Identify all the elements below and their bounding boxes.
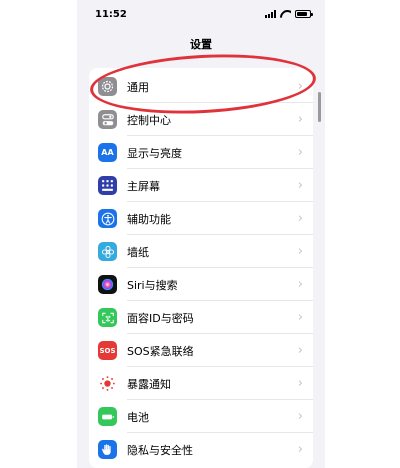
status-bar: 11:52 [77, 0, 325, 30]
settings-row-label: 控制中心 [127, 113, 171, 127]
status-time: 11:52 [95, 9, 127, 20]
page-title: 设置 [190, 38, 212, 51]
settings-row-exposure[interactable]: 暴露通知 › [89, 367, 313, 400]
chevron-right-icon: › [297, 409, 303, 424]
chevron-right-icon: › [297, 178, 303, 193]
settings-row-siri[interactable]: Siri与搜索 › [89, 268, 313, 301]
settings-row-label: 辅助功能 [127, 212, 171, 226]
status-icons [265, 10, 313, 18]
settings-row-wallpaper[interactable]: 墙纸 › [89, 235, 313, 268]
scrollbar[interactable] [318, 92, 321, 122]
flower-icon [98, 242, 117, 261]
settings-row-label: 显示与亮度 [127, 146, 182, 160]
accessibility-icon [98, 209, 117, 228]
chevron-right-icon: › [297, 211, 303, 226]
settings-row-label: 墙纸 [127, 245, 149, 259]
chevron-right-icon: › [297, 244, 303, 259]
settings-row-label: Siri与搜索 [127, 278, 178, 292]
settings-row-sos[interactable]: SOS SOS紧急联络 › [89, 334, 313, 367]
settings-row-label: 暴露通知 [127, 377, 171, 391]
settings-row-privacy[interactable]: 隐私与安全性 › [89, 433, 313, 466]
toggles-icon [98, 110, 117, 129]
battery-icon [98, 407, 117, 426]
settings-row-accessibility[interactable]: 辅助功能 › [89, 202, 313, 235]
chevron-right-icon: › [297, 277, 303, 292]
settings-row-label: 电池 [127, 410, 149, 424]
settings-row-label: 主屏幕 [127, 179, 160, 193]
chevron-right-icon: › [297, 310, 303, 325]
settings-row-home-screen[interactable]: 主屏幕 › [89, 169, 313, 202]
chevron-right-icon: › [297, 145, 303, 160]
siri-icon [98, 275, 117, 294]
wifi-icon [280, 10, 291, 18]
settings-row-display[interactable]: AA 显示与亮度 › [89, 136, 313, 169]
settings-list: 通用 › 控制中心 › AA 显示与亮度 › 主屏幕 › 辅助功能 › 墙纸 ›… [89, 68, 313, 468]
cellular-signal-icon [265, 10, 276, 18]
hand-icon [98, 440, 117, 459]
chevron-right-icon: › [297, 442, 303, 457]
settings-row-label: SOS紧急联络 [127, 344, 194, 358]
chevron-right-icon: › [297, 376, 303, 391]
settings-row-battery[interactable]: 电池 › [89, 400, 313, 433]
chevron-right-icon: › [297, 112, 303, 127]
face-id-icon [98, 308, 117, 327]
sos-icon: SOS [98, 341, 117, 360]
text-size-icon: AA [98, 143, 117, 162]
settings-row-label: 隐私与安全性 [127, 443, 193, 457]
home-grid-icon [98, 176, 117, 195]
exposure-icon [98, 374, 117, 393]
settings-row-label: 面容ID与密码 [127, 311, 194, 325]
settings-row-face-id[interactable]: 面容ID与密码 › [89, 301, 313, 334]
chevron-right-icon: › [297, 343, 303, 358]
battery-status-icon [295, 10, 313, 18]
